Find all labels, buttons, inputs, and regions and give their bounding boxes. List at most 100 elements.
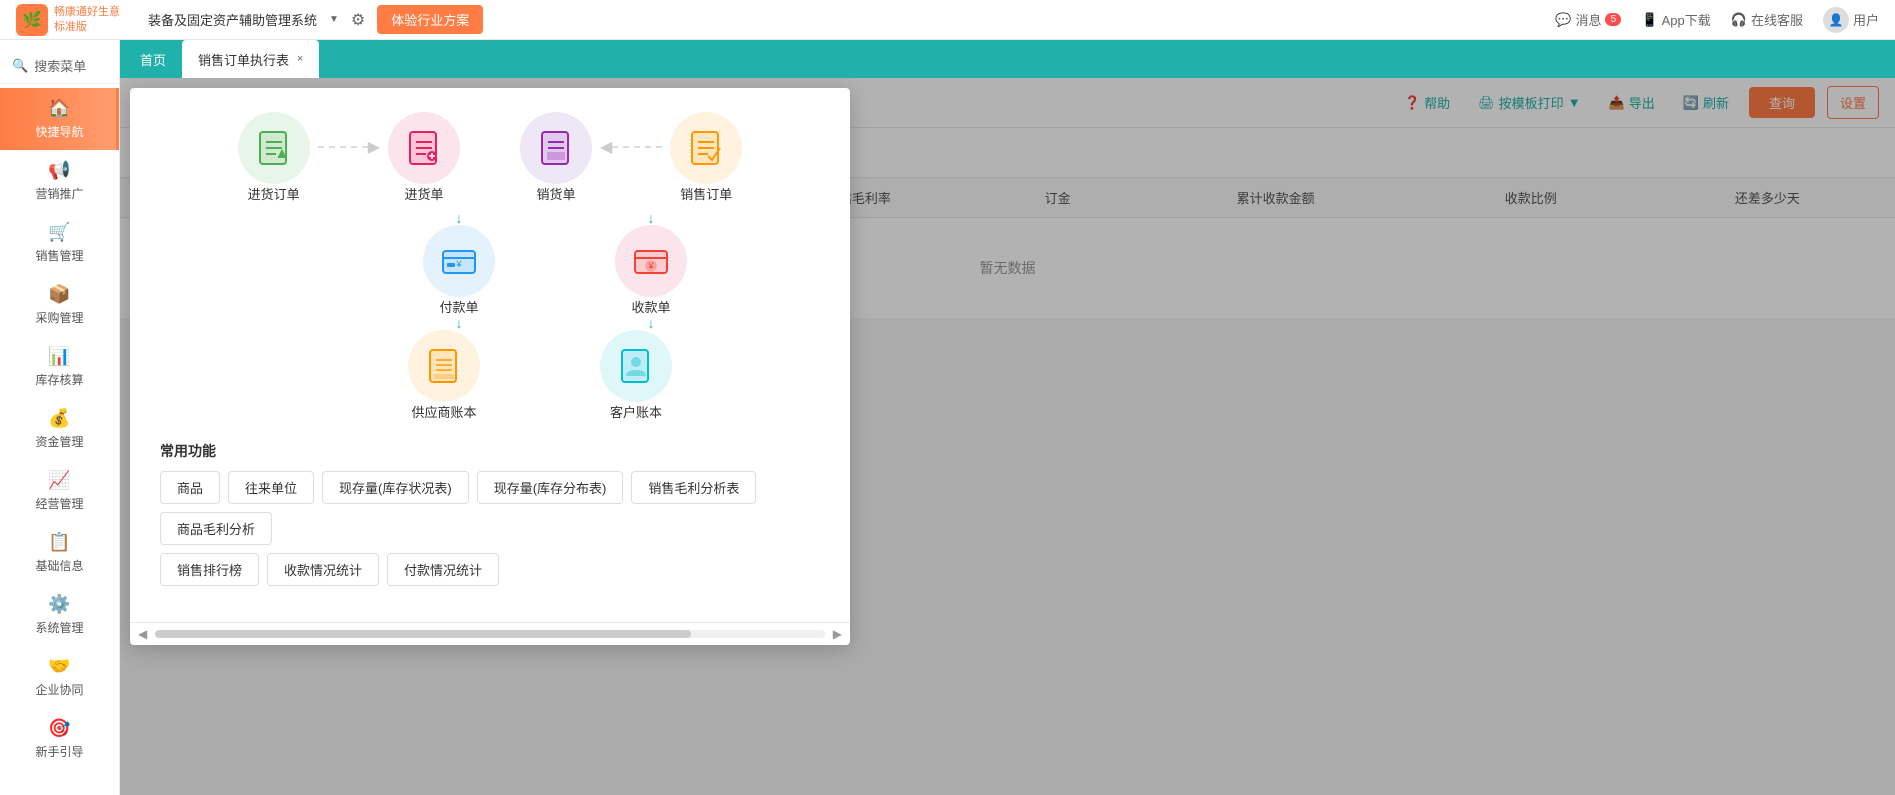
payment-out-icon: ¥ bbox=[439, 241, 479, 281]
home-icon: 🏠 bbox=[48, 98, 70, 119]
logo-text: 畅康通好生意 标准版 bbox=[54, 5, 120, 34]
settings-icon[interactable]: ⚙ bbox=[351, 10, 365, 30]
sales-order-circle bbox=[670, 112, 742, 184]
top-bar-right: 💬 消息 5 📱 App下载 🎧 在线客服 👤 用户 bbox=[1555, 7, 1879, 33]
func-btn-inventory-dist[interactable]: 现存量(库存分布表) bbox=[477, 471, 624, 504]
search-icon: 🔍 bbox=[12, 58, 28, 74]
purchase-bill-icon bbox=[404, 128, 444, 168]
modal-inner: 进货订单 ▶ bbox=[130, 88, 850, 622]
operations-icon: 📈 bbox=[48, 470, 70, 491]
scroll-right-icon[interactable]: ▶ bbox=[833, 627, 842, 641]
payment-in-icon: ¥ bbox=[631, 241, 671, 281]
left-payment-col: ↓ ¥ bbox=[423, 211, 495, 330]
online-service-item[interactable]: 🎧 在线客服 bbox=[1731, 10, 1803, 29]
func-buttons-row2: 销售排行榜 收款情况统计 付款情况统计 bbox=[160, 553, 820, 586]
flow-node-payment-out[interactable]: ¥ 付款单 bbox=[423, 225, 495, 316]
scrollbar-thumb bbox=[155, 630, 691, 638]
sales-bill-icon bbox=[536, 128, 576, 168]
flow-row-1: 进货订单 ▶ bbox=[160, 112, 820, 203]
modal-overlay[interactable]: 进货订单 ▶ bbox=[120, 78, 1895, 795]
supplier-ledger-col: 供应商账本 bbox=[408, 330, 480, 421]
system-icon: ⚙️ bbox=[48, 594, 70, 615]
func-btn-inventory-status[interactable]: 现存量(库存状况表) bbox=[322, 471, 469, 504]
flow-node-sales-bill[interactable]: 销货单 bbox=[520, 112, 592, 203]
down-arrow-sales-bill: ↓ bbox=[648, 211, 655, 225]
arrow-left-icon: ◀ bbox=[600, 137, 612, 157]
sales-bill-label: 销货单 bbox=[536, 184, 575, 203]
newbie-icon: 🎯 bbox=[48, 718, 70, 739]
sidebar-item-system[interactable]: ⚙️ 系统管理 bbox=[0, 584, 119, 646]
message-icon: 💬 bbox=[1555, 12, 1571, 28]
func-btn-sales-margin[interactable]: 销售毛利分析表 bbox=[631, 471, 756, 504]
func-btn-payment-stats[interactable]: 付款情况统计 bbox=[387, 553, 499, 586]
modal-scrollbar[interactable]: ◀ ▶ bbox=[130, 622, 850, 645]
sidebar-item-newbie[interactable]: 🎯 新手引导 bbox=[0, 708, 119, 770]
flow-node-payment-in[interactable]: ¥ 收款单 bbox=[615, 225, 687, 316]
supplier-ledger-label: 供应商账本 bbox=[411, 402, 476, 421]
sidebar-item-enterprise[interactable]: 🤝 企业协同 bbox=[0, 646, 119, 708]
sidebar-item-basic-info[interactable]: 📋 基础信息 bbox=[0, 522, 119, 584]
sidebar-item-finance[interactable]: 💰 资金管理 bbox=[0, 398, 119, 460]
sales-order-label: 销售订单 bbox=[680, 184, 732, 203]
dropdown-arrow-icon[interactable]: ▼ bbox=[329, 14, 339, 25]
user-area[interactable]: 👤 用户 bbox=[1823, 7, 1879, 33]
tab-sales-order[interactable]: 销售订单执行表 × bbox=[182, 40, 319, 78]
tab-home[interactable]: 首页 bbox=[124, 40, 182, 78]
right-payment-col: ↓ ¥ bbox=[615, 211, 687, 330]
arrow-2: ◀ bbox=[592, 137, 670, 157]
flow-node-customer-ledger[interactable]: 客户账本 bbox=[600, 330, 672, 421]
arrow-1: ▶ bbox=[310, 137, 388, 157]
sales-order-icon bbox=[686, 128, 726, 168]
payment-out-label: 付款单 bbox=[439, 297, 478, 316]
sales-icon: 🛒 bbox=[48, 222, 70, 243]
search-menu[interactable]: 🔍 搜索菜单 bbox=[0, 48, 119, 84]
message-badge: 5 bbox=[1605, 13, 1621, 26]
sidebar-item-sales[interactable]: 🛒 销售管理 bbox=[0, 212, 119, 274]
inventory-icon: 📊 bbox=[48, 346, 70, 367]
avatar: 👤 bbox=[1823, 7, 1849, 33]
payment-in-circle: ¥ bbox=[615, 225, 687, 297]
func-btn-product-margin[interactable]: 商品毛利分析 bbox=[160, 512, 272, 545]
dashed-line-2 bbox=[612, 146, 662, 148]
tab-close-icon[interactable]: × bbox=[297, 53, 303, 65]
page-content: ❓ 帮助 🖨 按模板打印 ▼ 📤 导出 🔄 刷新 查询 设置 bbox=[120, 78, 1895, 795]
common-functions-title: 常用功能 bbox=[160, 441, 820, 461]
sidebar-item-purchase[interactable]: 📦 采购管理 bbox=[0, 274, 119, 336]
top-bar: 🌿 畅康通好生意 标准版 装备及固定资产辅助管理系统 ▼ ⚙ 体验行业方案 💬 … bbox=[0, 0, 1895, 40]
flow-node-supplier-ledger[interactable]: 供应商账本 bbox=[408, 330, 480, 421]
app-icon: 📱 bbox=[1641, 12, 1657, 28]
content-area: 首页 销售订单执行表 × ❓ 帮助 🖨 按模板打印 ▼ bbox=[120, 40, 1895, 795]
svg-text:¥: ¥ bbox=[455, 259, 462, 269]
experience-btn[interactable]: 体验行业方案 bbox=[377, 5, 483, 34]
supplier-ledger-circle bbox=[408, 330, 480, 402]
purchase-icon: 📦 bbox=[48, 284, 70, 305]
tab-bar: 首页 销售订单执行表 × bbox=[120, 40, 1895, 78]
sidebar-item-marketing[interactable]: 📢 营销推广 bbox=[0, 150, 119, 212]
arrow-right-icon-1: ▶ bbox=[368, 137, 380, 157]
message-item[interactable]: 💬 消息 5 bbox=[1555, 10, 1621, 29]
sidebar-item-quick-nav[interactable]: 🏠 快捷导航 bbox=[0, 88, 119, 150]
scroll-left-icon[interactable]: ◀ bbox=[138, 627, 147, 641]
flow-node-purchase-bill[interactable]: 进货单 bbox=[388, 112, 460, 203]
func-btn-counterpart[interactable]: 往来单位 bbox=[228, 471, 314, 504]
customer-ledger-circle bbox=[600, 330, 672, 402]
flow-row-2-container: ↓ ¥ bbox=[160, 211, 820, 330]
down-arrow-payment-in: ↓ bbox=[648, 316, 655, 330]
purchase-order-circle bbox=[238, 112, 310, 184]
flow-node-purchase-order[interactable]: 进货订单 bbox=[238, 112, 310, 203]
payment-in-label: 收款单 bbox=[631, 297, 670, 316]
sidebar-item-operations[interactable]: 📈 经营管理 bbox=[0, 460, 119, 522]
func-btn-sales-rank[interactable]: 销售排行榜 bbox=[160, 553, 259, 586]
marketing-icon: 📢 bbox=[48, 160, 70, 181]
logo-icon: 🌿 bbox=[16, 4, 48, 36]
func-btn-product[interactable]: 商品 bbox=[160, 471, 220, 504]
app-download-item[interactable]: 📱 App下载 bbox=[1641, 10, 1710, 29]
modal-box: 进货订单 ▶ bbox=[130, 88, 850, 645]
down-arrow-payment-out: ↓ bbox=[456, 316, 463, 330]
flow-node-sales-order[interactable]: 销售订单 bbox=[670, 112, 742, 203]
purchase-bill-circle bbox=[388, 112, 460, 184]
scrollbar-track[interactable] bbox=[155, 630, 825, 638]
sidebar-item-inventory[interactable]: 📊 库存核算 bbox=[0, 336, 119, 398]
finance-icon: 💰 bbox=[48, 408, 70, 429]
func-btn-receipt-stats[interactable]: 收款情况统计 bbox=[267, 553, 379, 586]
